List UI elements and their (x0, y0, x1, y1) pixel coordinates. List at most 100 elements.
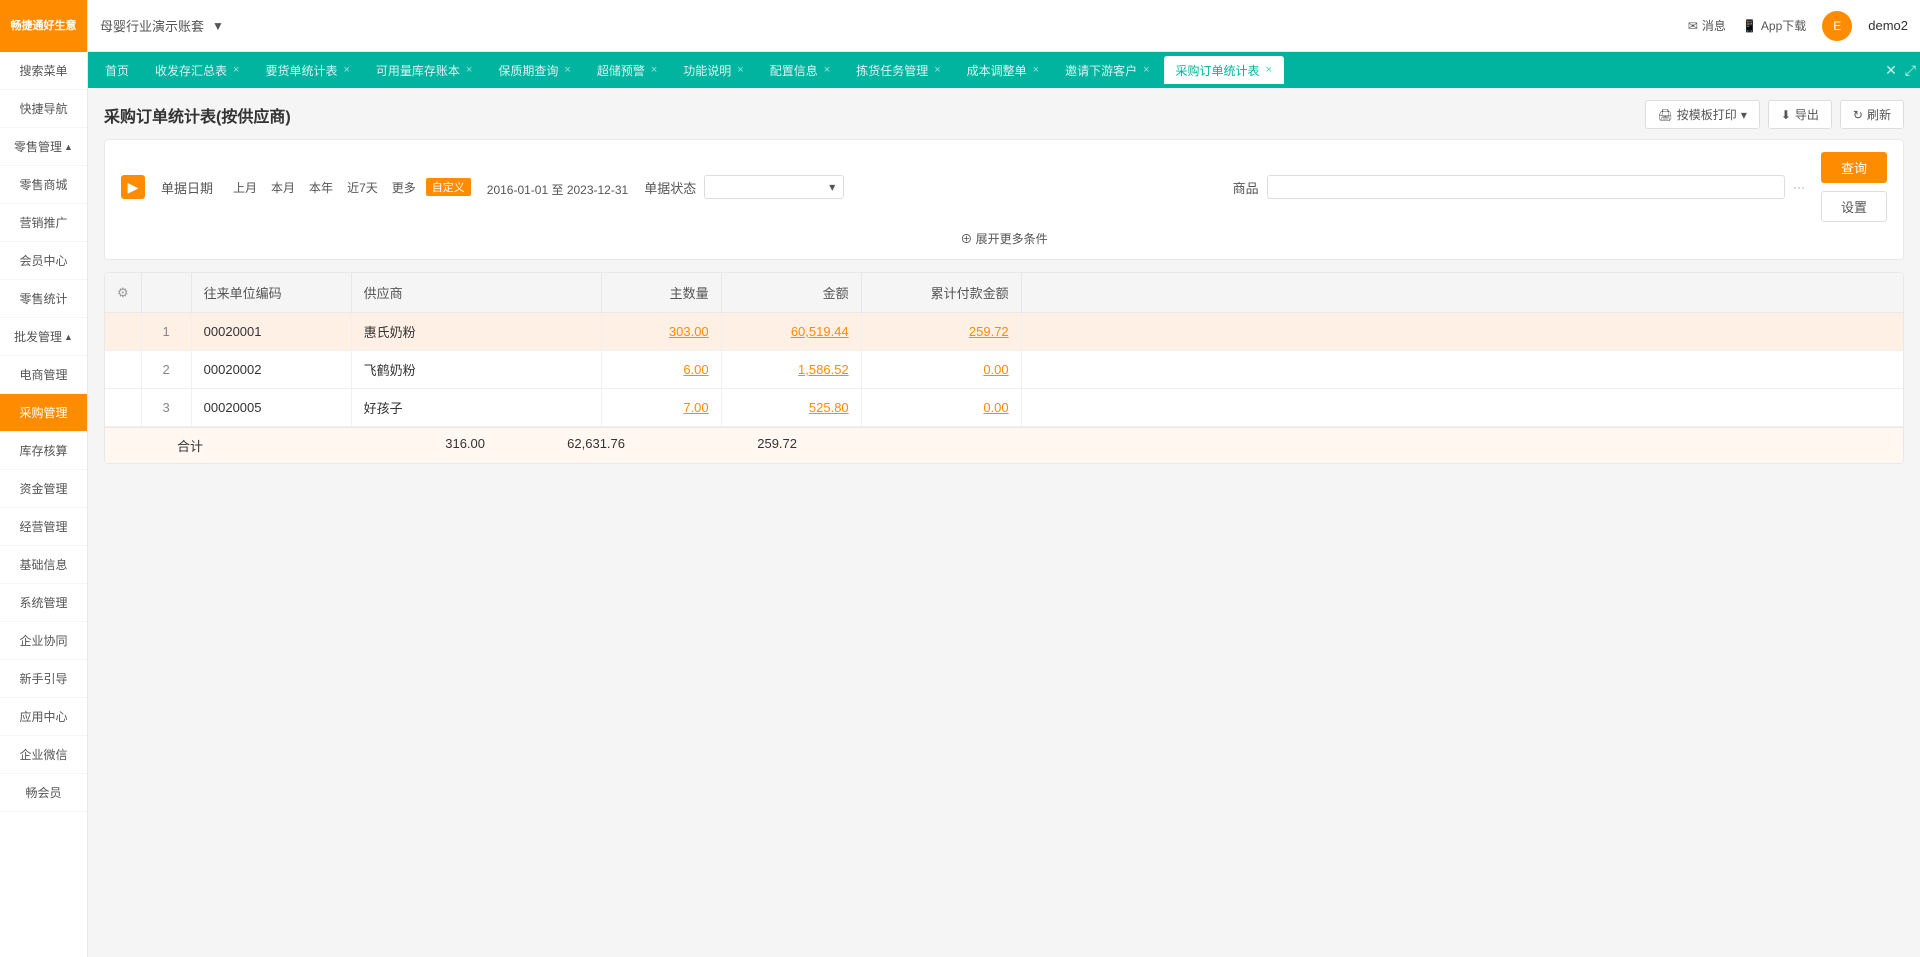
sidebar-item-basic[interactable]: 基础信息 (0, 546, 87, 584)
more-options-icon[interactable]: ··· (1793, 180, 1805, 194)
shortcut-this-month[interactable]: 本月 (267, 177, 299, 198)
sidebar-item-label: 采购管理 (19, 406, 67, 420)
status-filter-label: 单据状态 (644, 178, 696, 197)
filter-toggle-button[interactable]: ▶ (121, 175, 145, 199)
shortcut-last-month[interactable]: 上月 (229, 177, 261, 198)
workspace-title: 母婴行业演示账套 (100, 16, 204, 35)
settings-button[interactable]: 设置 (1821, 191, 1887, 222)
table-row[interactable]: 2 00020002 飞鹤奶粉 6.00 1,586.52 0.00 (105, 351, 1903, 389)
shortcut-more[interactable]: 更多 (388, 177, 420, 198)
sidebar-item-label: 电商管理 (19, 368, 67, 382)
sidebar-item-stock[interactable]: 库存核算 (0, 432, 87, 470)
goods-search-input[interactable] (1267, 175, 1785, 199)
sidebar-item-finance[interactable]: 资金管理 (0, 470, 87, 508)
row-paid[interactable]: 259.72 (861, 313, 1021, 351)
sidebar-item-member2[interactable]: 畅会员 (0, 774, 87, 812)
table-row[interactable]: 1 00020001 惠氏奶粉 303.00 60,519.44 259.72 (105, 313, 1903, 351)
username-label[interactable]: demo2 (1868, 18, 1908, 33)
tab-stock-book[interactable]: 可用量库存账本 × (364, 56, 484, 84)
sidebar-item-system[interactable]: 系统管理 (0, 584, 87, 622)
expand-filter-button[interactable]: ⊕ 展开更多条件 (121, 230, 1887, 247)
tab-close-icon[interactable]: × (466, 64, 472, 76)
sidebar-item-label: 资金管理 (19, 482, 67, 496)
sidebar-item-wholesale[interactable]: 批发管理 ▲ (0, 318, 87, 356)
sidebar-item-label: 搜索菜单 (19, 64, 67, 78)
sidebar-item-ecommerce[interactable]: 电商管理 (0, 356, 87, 394)
row-qty[interactable]: 7.00 (601, 389, 721, 427)
sidebar-item-retail-stat[interactable]: 零售统计 (0, 280, 87, 318)
tab-close-icon[interactable]: × (233, 64, 239, 76)
close-tab-button[interactable]: ✕ (1885, 62, 1897, 79)
tab-label: 成本调整单 (967, 62, 1027, 79)
tab-config[interactable]: 配置信息 × (758, 56, 842, 84)
tab-func-desc[interactable]: 功能说明 × (671, 56, 755, 84)
sidebar-item-search[interactable]: 搜索菜单 (0, 52, 87, 90)
date-range-display: 2016-01-01 至 2023-12-31 (487, 181, 628, 198)
sidebar-item-retail[interactable]: 零售管理 ▲ (0, 128, 87, 166)
expand-tab-button[interactable]: ⤢ (1905, 62, 1916, 79)
row-qty[interactable]: 303.00 (601, 313, 721, 351)
sidebar-item-label: 企业微信 (19, 748, 67, 762)
sidebar-item-wechat[interactable]: 企业微信 (0, 736, 87, 774)
tab-close-icon[interactable]: × (1033, 64, 1039, 76)
sidebar-item-purchase[interactable]: 采购管理 (0, 394, 87, 432)
tab-label: 配置信息 (770, 62, 818, 79)
tab-invite[interactable]: 邀请下游客户 × (1053, 56, 1161, 84)
row-qty[interactable]: 6.00 (601, 351, 721, 389)
tab-overstock[interactable]: 超储预警 × (585, 56, 669, 84)
shortcut-7days[interactable]: 近7天 (343, 177, 382, 198)
tab-home[interactable]: 首页 (93, 56, 141, 84)
tab-close-icon[interactable]: × (1143, 64, 1149, 76)
sidebar-item-operation[interactable]: 经营管理 (0, 508, 87, 546)
date-shortcuts: 上月 本月 本年 近7天 更多 自定义 (229, 177, 471, 198)
page-actions: 🖨 按模板打印 ▾ ⬇ 导出 ↻ 刷新 (1645, 100, 1904, 129)
col-header-amount: 金额 (721, 273, 861, 313)
sidebar-item-shortcut[interactable]: 快捷导航 (0, 90, 87, 128)
status-select[interactable]: ▾ (704, 175, 844, 199)
row-paid[interactable]: 0.00 (861, 389, 1021, 427)
sidebar-item-appstore[interactable]: 应用中心 (0, 698, 87, 736)
row-settings-cell (105, 389, 141, 427)
tab-close-icon[interactable]: × (934, 64, 940, 76)
custom-date-tag[interactable]: 自定义 (426, 178, 471, 196)
sidebar-item-marketing[interactable]: 营销推广 (0, 204, 87, 242)
row-paid[interactable]: 0.00 (861, 351, 1021, 389)
tab-pick-task[interactable]: 拣货任务管理 × (844, 56, 952, 84)
tab-cost-adjust[interactable]: 成本调整单 × (955, 56, 1051, 84)
row-amount[interactable]: 1,586.52 (721, 351, 861, 389)
sidebar-item-newbie[interactable]: 新手引导 (0, 660, 87, 698)
tab-warranty[interactable]: 保质期查询 × (486, 56, 582, 84)
app-download-button[interactable]: 📱 App下载 (1742, 17, 1806, 34)
tab-close-icon[interactable]: × (564, 64, 570, 76)
tab-collect[interactable]: 收发存汇总表 × (143, 56, 251, 84)
tab-close-icon[interactable]: × (343, 64, 349, 76)
row-amount[interactable]: 525.80 (721, 389, 861, 427)
query-button[interactable]: 查询 (1821, 152, 1887, 183)
refresh-button[interactable]: ↻ 刷新 (1840, 100, 1904, 129)
filter-area: ▶ 单据日期 上月 本月 本年 近7天 更多 自定义 2016-01-01 至 … (104, 139, 1904, 260)
tab-label: 保质期查询 (498, 62, 558, 79)
sidebar-item-retail-shop[interactable]: 零售商城 (0, 166, 87, 204)
row-amount[interactable]: 60,519.44 (721, 313, 861, 351)
tab-close-icon[interactable]: × (1266, 64, 1272, 76)
tab-close-icon[interactable]: × (737, 64, 743, 76)
column-settings-icon[interactable]: ⚙ (117, 285, 129, 300)
tab-goods-stat[interactable]: 要货单统计表 × (253, 56, 361, 84)
tab-purchase-stat[interactable]: 采购订单统计表 × (1164, 56, 1284, 84)
table-row[interactable]: 3 00020005 好孩子 7.00 525.80 0.00 (105, 389, 1903, 427)
tab-bar: 首页 收发存汇总表 × 要货单统计表 × 可用量库存账本 × 保质期查询 × 超… (88, 52, 1920, 88)
user-avatar[interactable]: E (1822, 11, 1852, 41)
tab-label: 邀请下游客户 (1065, 62, 1137, 79)
export-button[interactable]: ⬇ 导出 (1768, 100, 1832, 129)
workspace-dropdown[interactable]: ▼ (212, 19, 224, 33)
expand-label: 展开更多条件 (976, 232, 1048, 246)
message-button[interactable]: ✉ 消息 (1688, 17, 1726, 34)
print-button[interactable]: 🖨 按模板打印 ▾ (1645, 100, 1760, 129)
col-header-settings: ⚙ (105, 273, 141, 313)
sidebar-item-collab[interactable]: 企业协同 (0, 622, 87, 660)
tab-close-icon[interactable]: × (824, 64, 830, 76)
sidebar-item-member[interactable]: 会员中心 (0, 242, 87, 280)
export-label: 导出 (1795, 106, 1819, 123)
tab-close-icon[interactable]: × (651, 64, 657, 76)
shortcut-this-year[interactable]: 本年 (305, 177, 337, 198)
